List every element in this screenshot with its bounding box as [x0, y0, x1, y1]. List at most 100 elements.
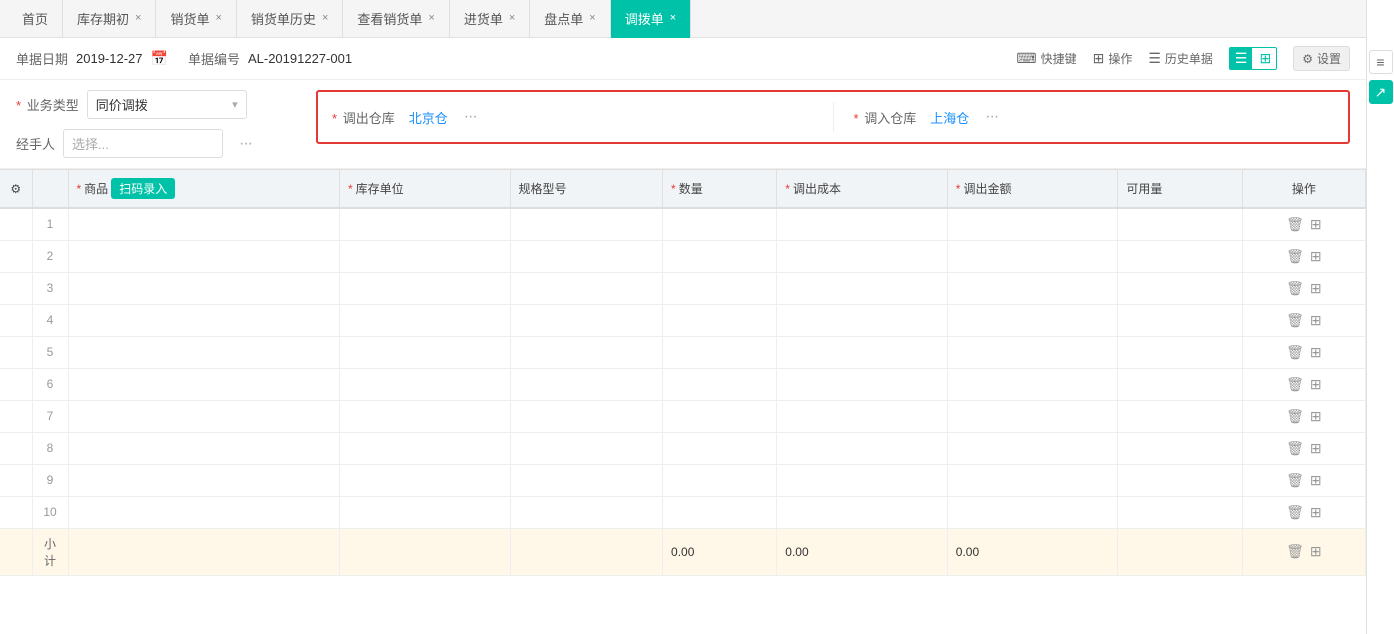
row-copy-icon[interactable]: ⊞ — [1310, 248, 1322, 265]
col-settings[interactable]: ⚙ — [0, 170, 32, 208]
row-settings-cell — [0, 208, 32, 240]
row-delete-icon[interactable]: 🗑 — [1286, 408, 1304, 425]
row-product-cell[interactable] — [68, 432, 339, 464]
shortcuts-icon: ⌨ — [1016, 50, 1036, 67]
row-spec-cell — [510, 464, 663, 496]
tab-purchase-order[interactable]: 进货单 × — [450, 0, 530, 38]
tab-view-sales[interactable]: 查看销货单 × — [343, 0, 449, 38]
tab-view-sales-close[interactable]: × — [428, 13, 434, 24]
col-unit: * 库存单位 — [339, 170, 510, 208]
row-copy-icon[interactable]: ⊞ — [1310, 472, 1322, 489]
subtotal-unit-cell — [339, 528, 510, 575]
row-product-cell[interactable] — [68, 304, 339, 336]
transfer-out-more-icon[interactable]: ··· — [464, 108, 477, 126]
number-value: AL-20191227-001 — [248, 51, 352, 66]
row-quantity-cell — [663, 240, 777, 272]
scan-button[interactable]: 扫码录入 — [111, 178, 175, 199]
row-unit-cell — [339, 208, 510, 240]
history-button[interactable]: ☰ 历史单据 — [1148, 50, 1213, 67]
layout-list-button[interactable]: ☰ — [1230, 48, 1253, 69]
date-group: 单据日期 2019-12-27 📅 — [16, 49, 168, 68]
subtotal-copy-icon[interactable]: ⊞ — [1310, 543, 1322, 560]
handler-select[interactable]: 选择... — [63, 129, 223, 158]
row-delete-icon[interactable]: 🗑 — [1286, 280, 1304, 297]
settings-button[interactable]: ⚙ 设置 — [1293, 46, 1350, 71]
tab-sales-order[interactable]: 销货单 × — [156, 0, 236, 38]
layout-grid-button[interactable]: ⊞ — [1254, 48, 1276, 69]
row-cost-cell — [777, 272, 948, 304]
shortcuts-button[interactable]: ⌨ 快捷键 — [1016, 50, 1076, 67]
row-amount-cell — [947, 400, 1118, 432]
tab-initial-stock-close[interactable]: × — [135, 13, 141, 24]
row-unit-cell — [339, 400, 510, 432]
sidebar-list-button[interactable]: ≡ — [1369, 50, 1393, 74]
row-copy-icon[interactable]: ⊞ — [1310, 440, 1322, 457]
row-num-cell: 5 — [32, 336, 68, 368]
tab-inventory[interactable]: 盘点单 × — [530, 0, 610, 38]
row-delete-icon[interactable]: 🗑 — [1286, 472, 1304, 489]
row-copy-icon[interactable]: ⊞ — [1310, 280, 1322, 297]
row-available-cell — [1118, 240, 1242, 272]
row-spec-cell — [510, 272, 663, 304]
tab-inventory-close[interactable]: × — [589, 13, 595, 24]
row-copy-icon[interactable]: ⊞ — [1310, 408, 1322, 425]
row-settings-cell — [0, 272, 32, 304]
row-product-cell[interactable] — [68, 240, 339, 272]
handler-more-icon[interactable]: ··· — [239, 135, 252, 153]
tab-transfer[interactable]: 调拨单 × — [611, 0, 691, 38]
row-available-cell — [1118, 400, 1242, 432]
row-spec-cell — [510, 368, 663, 400]
row-delete-icon[interactable]: 🗑 — [1286, 248, 1304, 265]
tab-sales-history[interactable]: 销货单历史 × — [237, 0, 343, 38]
row-delete-icon[interactable]: 🗑 — [1286, 504, 1304, 521]
row-settings-cell — [0, 464, 32, 496]
row-copy-icon[interactable]: ⊞ — [1310, 344, 1322, 361]
row-delete-icon[interactable]: 🗑 — [1286, 440, 1304, 457]
actions-button[interactable]: ⊞ 操作 — [1093, 50, 1133, 67]
calendar-icon[interactable]: 📅 — [151, 50, 168, 67]
toolbar-right: ⌨ 快捷键 ⊞ 操作 ☰ 历史单据 ☰ ⊞ ⚙ 设置 — [1016, 46, 1350, 71]
row-delete-icon[interactable]: 🗑 — [1286, 376, 1304, 393]
row-available-cell — [1118, 208, 1242, 240]
tab-purchase-order-close[interactable]: × — [509, 13, 515, 24]
row-copy-icon[interactable]: ⊞ — [1310, 376, 1322, 393]
tab-sales-history-close[interactable]: × — [322, 13, 328, 24]
row-product-cell[interactable] — [68, 496, 339, 528]
row-num-cell: 3 — [32, 272, 68, 304]
business-type-star: * — [16, 98, 21, 113]
row-copy-icon[interactable]: ⊞ — [1310, 504, 1322, 521]
subtotal-settings-cell — [0, 528, 32, 575]
row-product-cell[interactable] — [68, 464, 339, 496]
business-type-select[interactable]: 同价调拨 ▾ — [87, 90, 247, 119]
tab-home[interactable]: 首页 — [8, 0, 63, 38]
row-unit-cell — [339, 240, 510, 272]
tab-initial-stock[interactable]: 库存期初 × — [63, 0, 156, 38]
row-op-cell: 🗑 ⊞ — [1242, 240, 1365, 272]
row-num-cell: 8 — [32, 432, 68, 464]
row-product-cell[interactable] — [68, 336, 339, 368]
row-delete-icon[interactable]: 🗑 — [1286, 344, 1304, 361]
transfer-out-field: * 调出仓库 北京仓 ··· — [332, 108, 813, 127]
row-delete-icon[interactable]: 🗑 — [1286, 312, 1304, 329]
transfer-in-more-icon[interactable]: ··· — [985, 108, 998, 126]
row-copy-icon[interactable]: ⊞ — [1310, 216, 1322, 233]
row-delete-icon[interactable]: 🗑 — [1286, 216, 1304, 233]
row-num-cell: 4 — [32, 304, 68, 336]
row-op-cell: 🗑 ⊞ — [1242, 368, 1365, 400]
tab-transfer-close[interactable]: × — [670, 13, 676, 24]
subtotal-delete-icon[interactable]: 🗑 — [1286, 543, 1304, 560]
table-row: 3 🗑 ⊞ — [0, 272, 1366, 304]
transfer-in-label: * 调入仓库 — [854, 108, 917, 127]
sidebar-export-button[interactable]: ↗ — [1369, 80, 1393, 104]
row-copy-icon[interactable]: ⊞ — [1310, 312, 1322, 329]
row-product-cell[interactable] — [68, 368, 339, 400]
warehouse-divider — [833, 102, 834, 132]
row-available-cell — [1118, 304, 1242, 336]
row-product-cell[interactable] — [68, 272, 339, 304]
row-product-cell[interactable] — [68, 400, 339, 432]
row-amount-cell — [947, 336, 1118, 368]
tab-sales-order-close[interactable]: × — [215, 13, 221, 24]
handler-field: 经手人 选择... ··· — [16, 129, 296, 158]
row-product-cell[interactable] — [68, 208, 339, 240]
tab-initial-stock-label: 库存期初 — [77, 9, 129, 28]
